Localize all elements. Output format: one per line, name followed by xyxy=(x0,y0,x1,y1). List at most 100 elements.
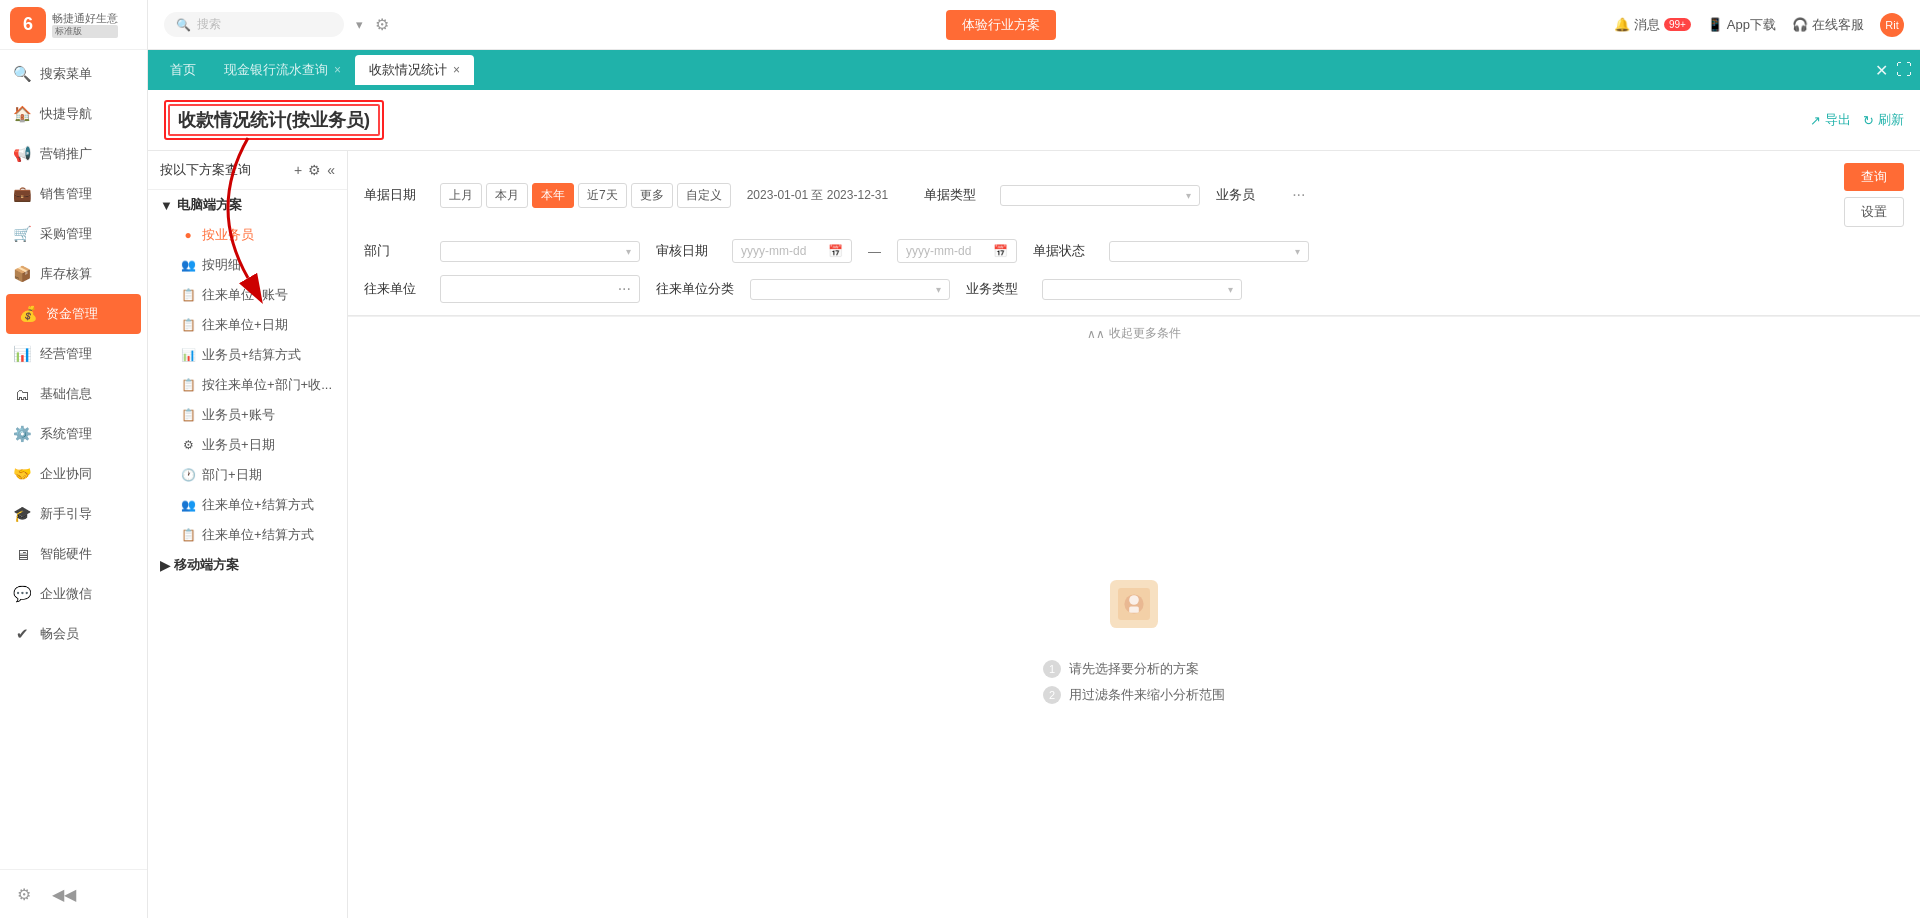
sidebar-item-smart-hw[interactable]: 🖥 智能硬件 xyxy=(0,534,147,574)
filter-area: 单据日期 上月 本月 本年 近7天 更多 自定义 2023-01-01 至 xyxy=(348,151,1920,316)
tree-item-salesperson-date[interactable]: ⚙ 业务员+日期 xyxy=(168,430,347,460)
sidebar-item-enterprise[interactable]: 🤝 企业协同 xyxy=(0,454,147,494)
tree-item-partner-settlement1[interactable]: 👥 往来单位+结算方式 xyxy=(168,490,347,520)
date-btn-this-month[interactable]: 本月 xyxy=(486,183,528,208)
tab-bank-flow[interactable]: 现金银行流水查询 × xyxy=(210,55,355,85)
tree-item-salesperson-settlement[interactable]: 📊 业务员+结算方式 xyxy=(168,340,347,370)
sidebar-item-search-menu[interactable]: 🔍 搜索菜单 xyxy=(0,54,147,94)
sidebar-item-member[interactable]: ✔ 畅会员 xyxy=(0,614,147,654)
date-btn-custom[interactable]: 自定义 xyxy=(677,183,731,208)
export-icon: ↗ xyxy=(1810,113,1821,128)
business-type-dropdown-icon: ▾ xyxy=(1228,284,1233,295)
page-header-actions: ↗ 导出 ↻ 刷新 xyxy=(1810,111,1904,129)
sidebar-nav: 🔍 搜索菜单 🏠 快捷导航 📢 营销推广 💼 销售管理 🛒 采购管理 📦 xyxy=(0,50,147,869)
collapse-icon: ∧∧ xyxy=(1087,327,1105,341)
app-download-btn[interactable]: 📱 App下载 xyxy=(1707,16,1776,34)
right-panel: 单据日期 上月 本月 本年 近7天 更多 自定义 2023-01-01 至 xyxy=(348,151,1920,918)
page-header: 收款情况统计(按业务员) ↗ 导出 ↻ 刷新 xyxy=(148,90,1920,151)
user-avatar[interactable]: Rit xyxy=(1880,13,1904,37)
empty-steps: 1 请先选择要分析的方案 2 用过滤条件来缩小分析范围 xyxy=(1043,660,1225,704)
sidebar-item-wechat[interactable]: 💬 企业微信 xyxy=(0,574,147,614)
sidebar-item-guide[interactable]: 🎓 新手引导 xyxy=(0,494,147,534)
tree-item-salesperson-account[interactable]: 📋 业务员+账号 xyxy=(168,400,347,430)
filter-row-3: 往来单位 ··· 往来单位分类 ▾ 业务类型 xyxy=(364,275,1904,303)
sidebar-item-system[interactable]: ⚙️ 系统管理 xyxy=(0,414,147,454)
settings-btn[interactable]: 设置 xyxy=(1844,197,1904,227)
tab-home[interactable]: 首页 xyxy=(156,55,210,85)
tree-item-partner-account[interactable]: 📋 往来单位+账号 xyxy=(168,280,347,310)
tree-item-partner-dept-collection[interactable]: 📋 按往来单位+部门+收... xyxy=(168,370,347,400)
voucher-type-select[interactable]: ▾ xyxy=(1000,185,1200,206)
inventory-icon: 📦 xyxy=(12,264,32,284)
tab-collection-stats[interactable]: 收款情况统计 × xyxy=(355,55,474,85)
trial-btn[interactable]: 体验行业方案 xyxy=(946,10,1056,40)
top-header: 🔍 搜索 ▾ ⚙ 体验行业方案 🔔 消息 99+ 📱 App下载 🎧 xyxy=(148,0,1920,50)
voucher-status-select[interactable]: ▾ xyxy=(1109,241,1309,262)
tree-item-dept-date[interactable]: 🕐 部门+日期 xyxy=(168,460,347,490)
member-icon: ✔ xyxy=(12,624,32,644)
messages-btn[interactable]: 🔔 消息 99+ xyxy=(1614,16,1691,34)
calendar-start-icon[interactable]: 📅 xyxy=(828,244,843,258)
tab-close-collection-stats[interactable]: × xyxy=(453,63,460,77)
filter-action-buttons: 查询 设置 xyxy=(1844,163,1904,227)
chevron-down-icon: ▼ xyxy=(160,198,173,213)
date-btn-last-month[interactable]: 上月 xyxy=(440,183,482,208)
sidebar-item-sales[interactable]: 💼 销售管理 xyxy=(0,174,147,214)
guide-icon: 🎓 xyxy=(12,504,32,524)
settings-icon[interactable]: ⚙ xyxy=(375,15,389,34)
tree-item-by-detail[interactable]: 👥 按明细 xyxy=(168,250,347,280)
partner-category-select[interactable]: ▾ xyxy=(750,279,950,300)
top-header-left: 🔍 搜索 ▾ ⚙ xyxy=(164,12,389,37)
sidebar-item-marketing[interactable]: 📢 营销推广 xyxy=(0,134,147,174)
add-scheme-btn[interactable]: + xyxy=(294,162,302,178)
sidebar-item-quick-nav[interactable]: 🏠 快捷导航 xyxy=(0,94,147,134)
empty-step-1: 1 请先选择要分析的方案 xyxy=(1043,660,1225,678)
date-btn-this-year[interactable]: 本年 xyxy=(532,183,574,208)
refresh-btn[interactable]: ↻ 刷新 xyxy=(1863,111,1904,129)
logo-text: 畅捷通好生意 标准版 xyxy=(52,11,118,39)
avatar: Rit xyxy=(1880,13,1904,37)
smart-hw-icon: 🖥 xyxy=(12,544,32,564)
review-date-start-input[interactable]: yyyy-mm-dd 📅 xyxy=(732,239,852,263)
partner-settlement1-icon: 👥 xyxy=(180,497,196,513)
date-btn-more[interactable]: 更多 xyxy=(631,183,673,208)
review-date-end-input[interactable]: yyyy-mm-dd 📅 xyxy=(897,239,1017,263)
main-content: 🔍 搜索 ▾ ⚙ 体验行业方案 🔔 消息 99+ 📱 App下载 🎧 xyxy=(148,0,1920,918)
dept-select[interactable]: ▾ xyxy=(440,241,640,262)
dropdown-icon[interactable]: ▾ xyxy=(356,17,363,32)
window-maximize-btn[interactable]: ⛶ xyxy=(1896,61,1912,80)
collapse-filter-btn[interactable]: ∧∧ 收起更多条件 xyxy=(348,316,1920,350)
filter-row-1: 单据日期 上月 本月 本年 近7天 更多 自定义 2023-01-01 至 xyxy=(364,163,1904,227)
left-panel: 按以下方案查询 + ⚙ « ▼ 电脑端方案 ● 按业务员 xyxy=(148,151,348,918)
partner-more-btn[interactable]: ··· xyxy=(618,280,631,298)
sidebar-item-purchase[interactable]: 🛒 采购管理 xyxy=(0,214,147,254)
date-btn-last-7days[interactable]: 近7天 xyxy=(578,183,627,208)
collapse-panel-btn[interactable]: « xyxy=(327,162,335,178)
sidebar-item-finance[interactable]: 💰 资金管理 xyxy=(6,294,141,334)
sidebar-settings-button[interactable]: ⚙ xyxy=(8,878,40,910)
partner-date-icon: 📋 xyxy=(180,317,196,333)
calendar-end-icon[interactable]: 📅 xyxy=(993,244,1008,258)
salesperson-more-btn[interactable]: ··· xyxy=(1292,186,1305,204)
tree-group-desktop[interactable]: ▼ 电脑端方案 xyxy=(148,190,347,220)
partner-input[interactable]: ··· xyxy=(440,275,640,303)
operations-icon: 📊 xyxy=(12,344,32,364)
export-btn[interactable]: ↗ 导出 xyxy=(1810,111,1851,129)
tree-item-partner-settlement2[interactable]: 📋 往来单位+结算方式 xyxy=(168,520,347,550)
online-service-btn[interactable]: 🎧 在线客服 xyxy=(1792,16,1864,34)
sidebar-item-basic-info[interactable]: 🗂 基础信息 xyxy=(0,374,147,414)
sidebar-item-operations[interactable]: 📊 经营管理 xyxy=(0,334,147,374)
sidebar-collapse-button[interactable]: ◀◀ xyxy=(48,878,80,910)
query-btn[interactable]: 查询 xyxy=(1844,163,1904,191)
empty-state: 1 请先选择要分析的方案 2 用过滤条件来缩小分析范围 xyxy=(348,350,1920,918)
tree-group-mobile[interactable]: ▶ 移动端方案 xyxy=(148,550,347,580)
svg-rect-4 xyxy=(1129,606,1139,612)
sidebar-item-inventory[interactable]: 📦 库存核算 xyxy=(0,254,147,294)
tree-item-by-salesperson[interactable]: ● 按业务员 xyxy=(168,220,347,250)
business-type-select[interactable]: ▾ xyxy=(1042,279,1242,300)
tree-item-partner-date[interactable]: 📋 往来单位+日期 xyxy=(168,310,347,340)
tab-close-bank-flow[interactable]: × xyxy=(334,63,341,77)
window-close-btn[interactable]: ✕ xyxy=(1875,61,1888,80)
top-search-box[interactable]: 🔍 搜索 xyxy=(164,12,344,37)
scheme-settings-btn[interactable]: ⚙ xyxy=(308,162,321,178)
